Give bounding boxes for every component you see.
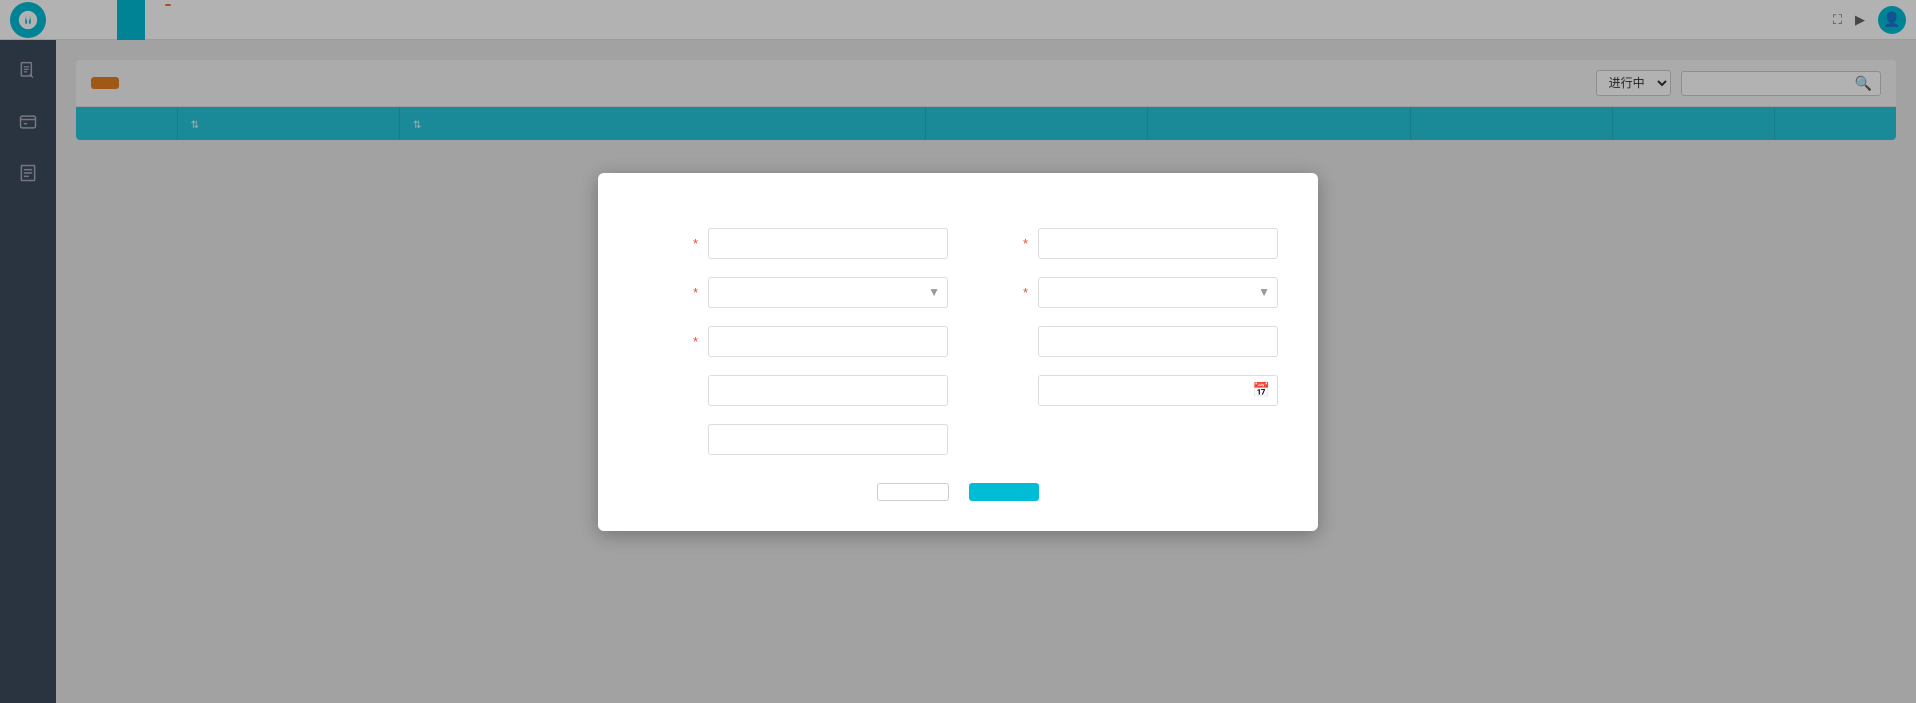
service-type-wrap: ▼: [708, 277, 948, 308]
modal-form: ▼ ▼: [638, 228, 1278, 455]
form-field-contract-no: [968, 228, 1278, 259]
form-field-service-type: ▼: [638, 277, 948, 308]
form-field-service-item: ▼: [968, 277, 1278, 308]
input-contract-no[interactable]: [1038, 228, 1278, 259]
form-field-amount: [638, 326, 948, 357]
layout: 进行中 已完成 已终止 🔍 ⇅: [0, 40, 1916, 703]
input-customer-name[interactable]: [708, 228, 948, 259]
form-row-3: [638, 326, 1278, 357]
input-person-in-charge[interactable]: [1038, 326, 1278, 357]
form-row-1: [638, 228, 1278, 259]
label-customer-name: [638, 236, 698, 251]
input-sign-date[interactable]: [1038, 375, 1278, 406]
label-amount: [638, 334, 698, 349]
label-contract-no: [968, 236, 1028, 251]
modal-dialog: ▼ ▼: [598, 173, 1318, 531]
input-amount[interactable]: [708, 326, 948, 357]
confirm-button[interactable]: [969, 483, 1039, 501]
service-item-wrap: ▼: [1038, 277, 1278, 308]
label-service-item: [968, 285, 1028, 300]
main-content: 进行中 已完成 已终止 🔍 ⇅: [56, 40, 1916, 703]
form-field-sign-date: 📅: [968, 375, 1278, 406]
form-field-remark: [638, 424, 948, 455]
form-row-4: 📅: [638, 375, 1278, 406]
form-row-2: ▼ ▼: [638, 277, 1278, 308]
calendar-icon[interactable]: 📅: [1253, 382, 1270, 399]
label-service-type: [638, 285, 698, 300]
select-service-type[interactable]: [708, 277, 948, 308]
modal-footer: [638, 483, 1278, 501]
form-field-customer-name: [638, 228, 948, 259]
input-signer[interactable]: [708, 375, 948, 406]
modal-overlay: ▼ ▼: [56, 40, 1916, 703]
input-remark[interactable]: [708, 424, 948, 455]
form-field-person-in-charge: [968, 326, 1278, 357]
form-row-5: [638, 424, 1278, 455]
date-wrap: 📅: [1038, 375, 1278, 406]
cancel-button[interactable]: [877, 483, 949, 501]
select-service-item[interactable]: [1038, 277, 1278, 308]
form-field-signer: [638, 375, 948, 406]
